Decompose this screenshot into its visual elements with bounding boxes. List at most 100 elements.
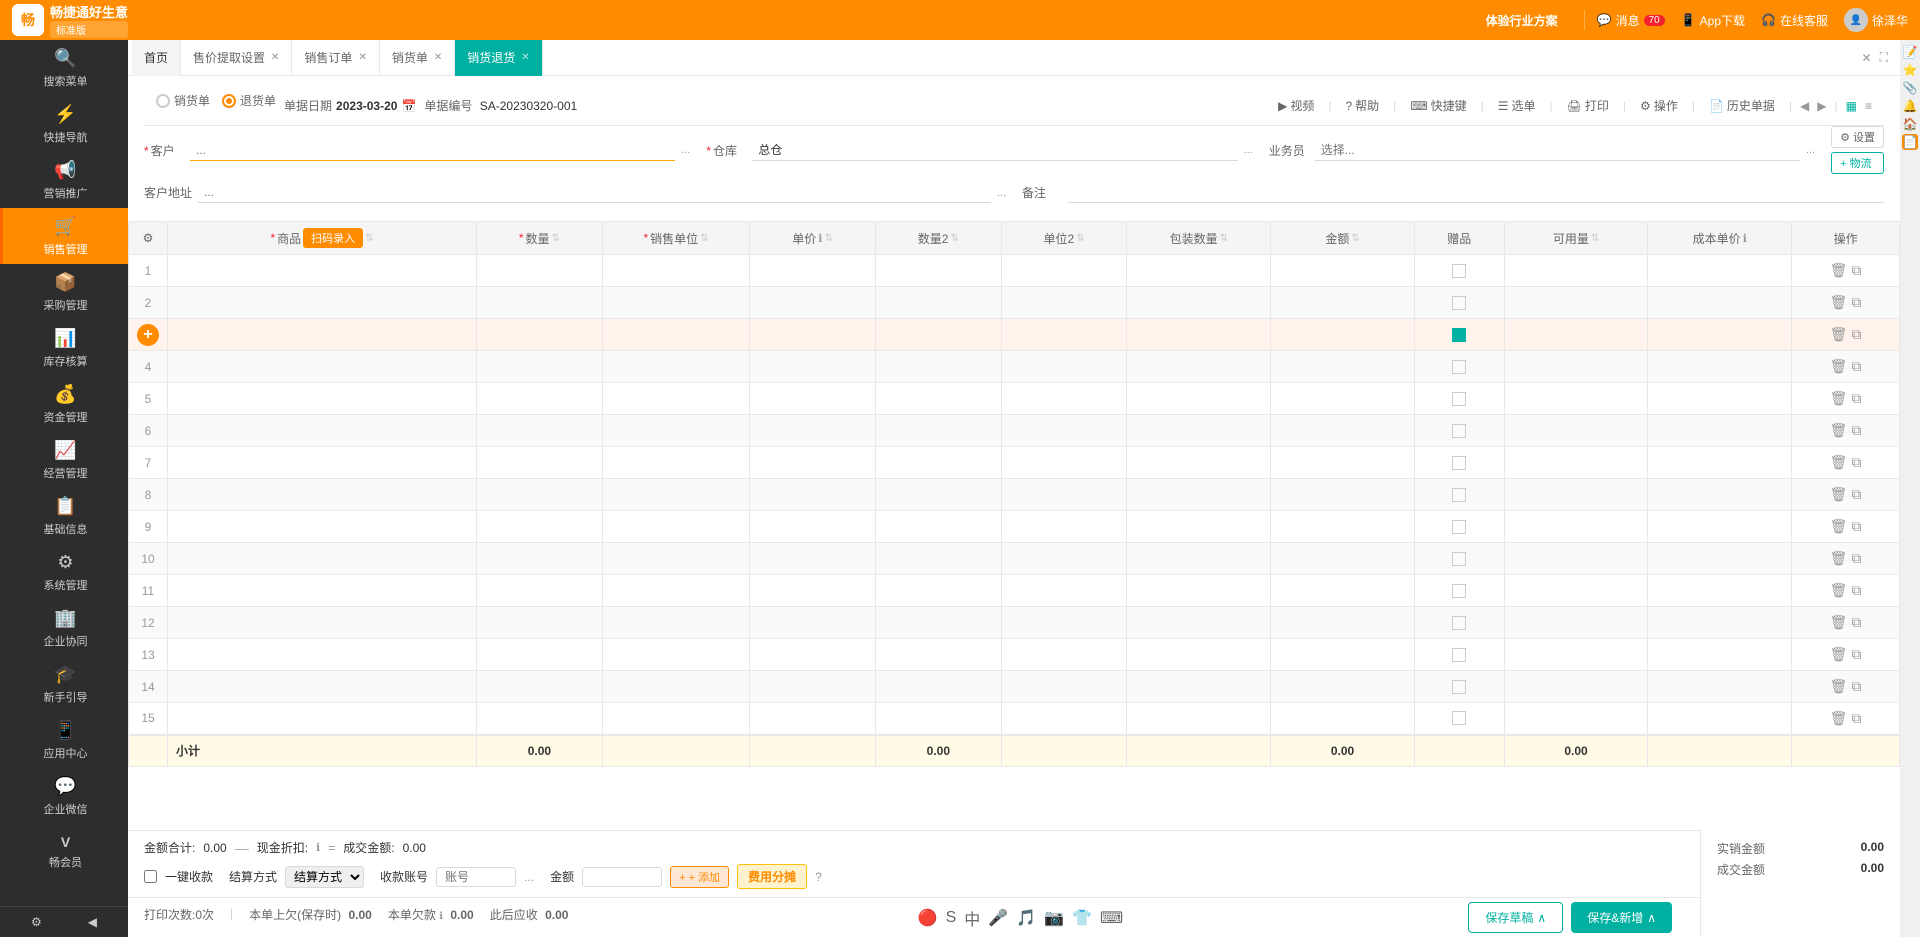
help-btn[interactable]: ? 帮助: [1339, 95, 1385, 116]
avail-cell[interactable]: [1504, 319, 1648, 351]
cost-cell[interactable]: [1648, 639, 1792, 671]
bottom-icon-7[interactable]: 👕: [1072, 908, 1092, 928]
gift-checkbox[interactable]: [1452, 584, 1466, 598]
settings-bottom-icon[interactable]: ⚙: [31, 915, 42, 929]
unit2-cell[interactable]: [1001, 415, 1127, 447]
sidebar-item-member[interactable]: V 畅会员: [0, 824, 128, 880]
copy-icon[interactable]: ⧉: [1851, 358, 1861, 375]
pkg-cell[interactable]: [1127, 415, 1271, 447]
pkg-cell[interactable]: [1127, 639, 1271, 671]
sort-avail-icon[interactable]: ⇅: [1591, 233, 1599, 244]
avail-cell[interactable]: [1504, 415, 1648, 447]
amount-cell[interactable]: [1271, 351, 1415, 383]
experience-btn[interactable]: 体验行业方案: [1472, 8, 1572, 33]
pkg-cell[interactable]: [1127, 319, 1271, 351]
qty-cell[interactable]: [477, 703, 603, 735]
qty-cell[interactable]: [477, 639, 603, 671]
amount-cell[interactable]: [1271, 575, 1415, 607]
price-cell[interactable]: [750, 671, 876, 703]
online-service-btn[interactable]: 🎧 在线客服: [1761, 12, 1828, 29]
calendar-icon[interactable]: 📅: [401, 99, 416, 113]
fees-btn[interactable]: 费用分摊: [737, 864, 807, 889]
gift-checkbox[interactable]: [1452, 680, 1466, 694]
gift-cell[interactable]: [1414, 255, 1504, 287]
pkg-cell[interactable]: [1127, 479, 1271, 511]
sidebar-item-marketing[interactable]: 📢 营销推广: [0, 152, 128, 208]
grid-icon[interactable]: ▦: [1846, 99, 1857, 113]
next-icon[interactable]: ▶: [1817, 99, 1826, 113]
price-cell[interactable]: [750, 575, 876, 607]
warehouse-select-btn[interactable]: ...: [1244, 144, 1253, 156]
qty-cell[interactable]: [477, 671, 603, 703]
amount-cell[interactable]: [1271, 703, 1415, 735]
scan-btn[interactable]: 扫码录入: [303, 228, 363, 248]
unit-cell[interactable]: [602, 415, 749, 447]
qty2-cell[interactable]: [875, 703, 1001, 735]
gift-cell[interactable]: [1414, 671, 1504, 703]
qty-cell[interactable]: [477, 575, 603, 607]
price-cell[interactable]: [750, 543, 876, 575]
avail-cell[interactable]: [1504, 671, 1648, 703]
th-settings[interactable]: ⚙: [129, 222, 168, 255]
price-cell[interactable]: [750, 287, 876, 319]
sort-qty-icon[interactable]: ⇅: [552, 233, 560, 244]
logistics-btn[interactable]: + 物流: [1831, 152, 1884, 174]
sidebar-item-finance[interactable]: 💰 资金管理: [0, 376, 128, 432]
cost-cell[interactable]: [1648, 703, 1792, 735]
product-cell[interactable]: [168, 255, 477, 287]
delete-icon[interactable]: 🗑: [1830, 518, 1848, 535]
gift-checkbox[interactable]: [1452, 392, 1466, 406]
delete-icon[interactable]: 🗑: [1830, 422, 1848, 439]
product-cell[interactable]: [168, 543, 477, 575]
qty-cell[interactable]: [477, 255, 603, 287]
delete-icon[interactable]: 🗑: [1830, 582, 1848, 599]
copy-icon[interactable]: ⧉: [1851, 582, 1861, 599]
customer-select-btn[interactable]: ...: [681, 144, 690, 156]
unit-cell[interactable]: [602, 479, 749, 511]
price-cell[interactable]: [750, 511, 876, 543]
cost-cell[interactable]: [1648, 671, 1792, 703]
add-payment-btn[interactable]: + + 添加: [670, 866, 729, 888]
qty2-cell[interactable]: [875, 639, 1001, 671]
save-draft-btn[interactable]: 保存草稿 ∧: [1468, 902, 1563, 933]
video-btn[interactable]: ▶ 视频: [1272, 95, 1320, 116]
unit2-cell[interactable]: [1001, 351, 1127, 383]
staff-input[interactable]: [1315, 140, 1800, 161]
qty2-cell[interactable]: [875, 351, 1001, 383]
pkg-cell[interactable]: [1127, 575, 1271, 607]
account-input[interactable]: [436, 867, 516, 887]
qty-cell[interactable]: [477, 607, 603, 639]
collapse-icon[interactable]: ◀: [88, 915, 97, 929]
bottom-icon-5[interactable]: 🎵: [1016, 908, 1036, 928]
gift-checkbox[interactable]: [1452, 264, 1466, 278]
bottom-icon-8[interactable]: ⌨: [1100, 908, 1123, 928]
delete-icon[interactable]: 🗑: [1830, 550, 1848, 567]
list-icon[interactable]: ≡: [1865, 99, 1872, 113]
sidebar-item-system[interactable]: ⚙ 系统管理: [0, 544, 128, 600]
cost-cell[interactable]: [1648, 383, 1792, 415]
pkg-cell[interactable]: [1127, 383, 1271, 415]
copy-icon[interactable]: ⧉: [1851, 294, 1861, 311]
right-icon-3[interactable]: 📎: [1902, 80, 1918, 96]
right-icon-2[interactable]: ⭐: [1902, 62, 1918, 78]
tab-sale-return[interactable]: 销货退货 ✕: [455, 40, 542, 76]
product-cell[interactable]: [168, 575, 477, 607]
unit-cell[interactable]: [602, 447, 749, 479]
qty2-cell[interactable]: [875, 543, 1001, 575]
bottom-icon-3[interactable]: 中: [964, 906, 980, 930]
avail-cell[interactable]: [1504, 639, 1648, 671]
delete-icon[interactable]: 🗑: [1830, 486, 1848, 503]
avail-cell[interactable]: [1504, 287, 1648, 319]
gift-checkbox[interactable]: [1452, 296, 1466, 310]
amount-cell[interactable]: [1271, 287, 1415, 319]
gift-cell[interactable]: [1414, 511, 1504, 543]
gift-checkbox[interactable]: [1452, 328, 1466, 342]
qty2-cell[interactable]: [875, 255, 1001, 287]
price-cell[interactable]: [750, 447, 876, 479]
close-tab-sale-return[interactable]: ✕: [521, 52, 529, 63]
once-info-icon[interactable]: ℹ: [439, 911, 443, 922]
fees-help-icon[interactable]: ?: [815, 870, 822, 884]
delete-icon[interactable]: 🗑: [1830, 710, 1848, 727]
amount-cell[interactable]: [1271, 447, 1415, 479]
unit2-cell[interactable]: [1001, 479, 1127, 511]
